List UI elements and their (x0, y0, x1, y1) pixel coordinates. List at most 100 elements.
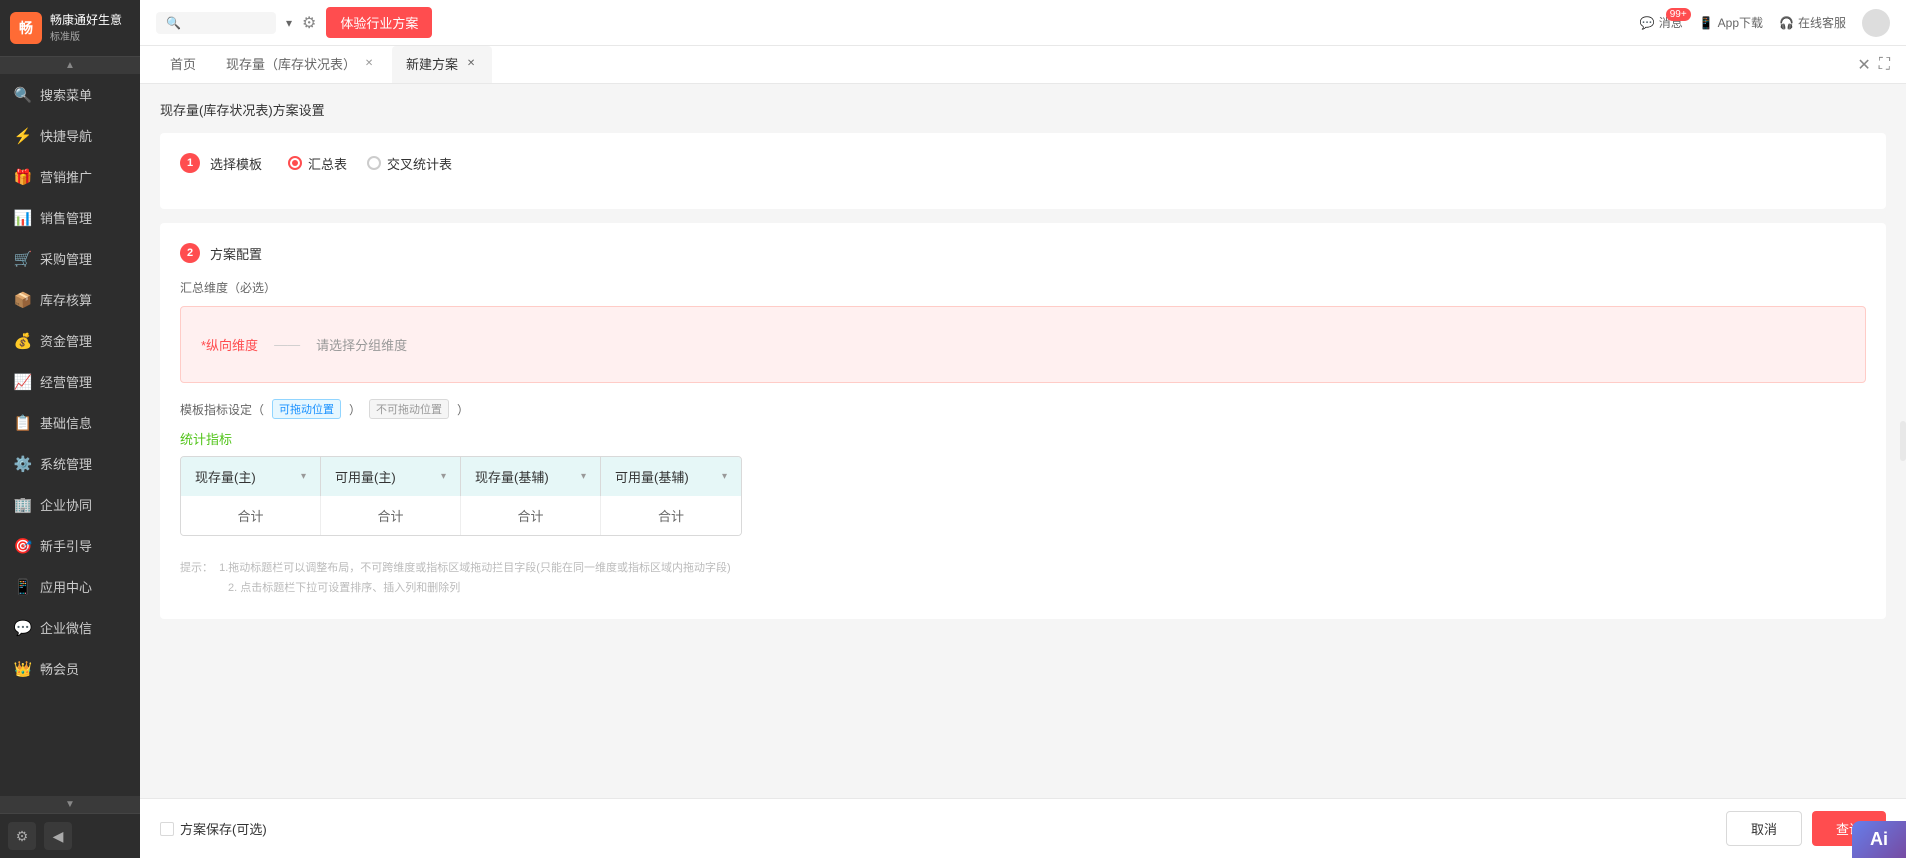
col-header-2[interactable]: 现存量(基辅) ▾ (461, 457, 601, 496)
radio-summary-label: 汇总表 (308, 154, 347, 173)
radio-summary-table[interactable]: 汇总表 (288, 154, 347, 173)
inventory-icon: 📦 (14, 291, 32, 309)
sidebar-item-newuser[interactable]: 🎯 新手引导 (0, 525, 140, 566)
col-arrow-2[interactable]: ▾ (581, 471, 586, 482)
col-arrow-0[interactable]: ▾ (301, 471, 306, 482)
col-arrow-3[interactable]: ▾ (722, 471, 727, 482)
save-checkbox[interactable]: 方案保存(可选) (160, 819, 267, 838)
sidebar-item-operations[interactable]: 📈 经营管理 (0, 361, 140, 402)
sidebar-item-enterprise[interactable]: 🏢 企业协同 (0, 484, 140, 525)
sidebar-item-system[interactable]: ⚙️ 系统管理 (0, 443, 140, 484)
dropdown-arrow-icon: ▾ (286, 16, 292, 30)
page-title: 现存量(库存状况表)方案设置 (160, 100, 1886, 119)
col-label-3: 可用量(基辅) (615, 467, 689, 486)
logo-icon: 畅 (10, 12, 42, 44)
collapse-button[interactable]: ◀ (44, 822, 72, 850)
expand-panel-icon[interactable]: ⛶ (1879, 56, 1890, 74)
col-label-2: 现存量(基辅) (475, 467, 549, 486)
sidebar-item-search[interactable]: 🔍 搜索菜单 (0, 74, 140, 115)
cell-3: 合计 (601, 496, 741, 535)
tab-home[interactable]: 首页 (156, 46, 210, 83)
sidebar-item-label: 经营管理 (40, 372, 92, 391)
sidebar-scroll-down[interactable]: ▼ (0, 796, 140, 813)
col-header-1[interactable]: 可用量(主) ▾ (321, 457, 461, 496)
dim-placeholder: 请选择分组维度 (316, 335, 407, 354)
stats-section-title: 统计指标 (180, 429, 1866, 448)
marketing-icon: 🎁 (14, 168, 32, 186)
indicator-settings-label: 模板指标设定（ 可拖动位置 ） 不可拖动位置 ） (180, 399, 1866, 419)
cancel-button[interactable]: 取消 (1726, 811, 1802, 846)
col-arrow-1[interactable]: ▾ (441, 471, 446, 482)
ai-badge[interactable]: Ai (1852, 821, 1906, 858)
user-avatar[interactable] (1862, 9, 1890, 37)
appcenter-icon: 📱 (14, 578, 32, 596)
basicinfo-icon: 📋 (14, 414, 32, 432)
col-header-3[interactable]: 可用量(基辅) ▾ (601, 457, 741, 496)
sidebar-item-quicknav[interactable]: ⚡ 快捷导航 (0, 115, 140, 156)
sidebar-item-label: 系统管理 (40, 454, 92, 473)
stats-table-body: 合计 合计 合计 合计 (181, 496, 741, 535)
sidebar-item-basicinfo[interactable]: 📋 基础信息 (0, 402, 140, 443)
operations-icon: 📈 (14, 373, 32, 391)
step2-header: 2 方案配置 (180, 243, 1866, 263)
sidebar-item-marketing[interactable]: 🎁 营销推广 (0, 156, 140, 197)
step2-number: 2 (180, 243, 200, 263)
online-service-link[interactable]: 🎧 在线客服 (1779, 14, 1846, 31)
step2-section: 2 方案配置 汇总维度（必选） *纵向维度 —— 请选择分组维度 模板指标设定（… (160, 223, 1886, 619)
sidebar-item-label: 搜索菜单 (40, 85, 92, 104)
sidebar-item-purchase[interactable]: 🛒 采购管理 (0, 238, 140, 279)
app-logo: 畅 畅康通好生意 标准版 (0, 0, 140, 57)
experience-industry-button[interactable]: 体验行业方案 (326, 7, 432, 38)
tab-new-plan-close-icon[interactable]: ✕ (464, 57, 478, 71)
topbar-search[interactable]: 🔍 (156, 12, 276, 34)
sidebar-item-label: 企业微信 (40, 618, 92, 637)
sidebar-item-wechat[interactable]: 💬 企业微信 (0, 607, 140, 648)
finance-icon: 💰 (14, 332, 32, 350)
tabbar-right-icons: ✕ ⛶ (1857, 55, 1890, 75)
app-download-link[interactable]: 📱 App下载 (1699, 14, 1763, 31)
resize-handle[interactable] (1900, 421, 1906, 461)
wechat-icon: 💬 (14, 619, 32, 637)
footer-section: 方案保存(可选) 取消 查询 (140, 798, 1906, 858)
topbar-gear-icon[interactable]: ⚙ (302, 13, 316, 33)
sidebar-item-inventory[interactable]: 📦 库存核算 (0, 279, 140, 320)
topbar-dropdown[interactable]: ▾ (286, 16, 292, 30)
system-icon: ⚙️ (14, 455, 32, 473)
sidebar-bottom: ⚙ ◀ (0, 813, 140, 858)
settings-button[interactable]: ⚙ (8, 822, 36, 850)
step1-header: 1 选择模板 汇总表 交叉统计表 (180, 153, 1866, 173)
sidebar-item-appcenter[interactable]: 📱 应用中心 (0, 566, 140, 607)
sidebar-item-finance[interactable]: 💰 资金管理 (0, 320, 140, 361)
sidebar-item-label: 应用中心 (40, 577, 92, 596)
sidebar-item-label: 畅会员 (40, 659, 79, 678)
cell-2: 合计 (461, 496, 601, 535)
tip-0: 提示： 1.拖动标题栏可以调整布局，不可跨维度或指标区域拖动拦目字段(只能在同一… (180, 559, 1866, 579)
tab-inventory-status[interactable]: 现存量（库存状况表） ✕ (212, 46, 390, 83)
step1-title: 选择模板 (210, 154, 262, 173)
col-header-0[interactable]: 现存量(主) ▾ (181, 457, 321, 496)
sidebar-scroll-up[interactable]: ▲ (0, 57, 140, 74)
sidebar-item-sales[interactable]: 📊 销售管理 (0, 197, 140, 238)
search-icon: 🔍 (14, 86, 32, 104)
summary-dim-label: 汇总维度（必选） (180, 279, 1866, 296)
download-icon: 📱 (1699, 16, 1714, 30)
checkbox-box[interactable] (160, 822, 174, 836)
search-icon: 🔍 (166, 16, 181, 30)
tab-inventory-close-icon[interactable]: ✕ (362, 57, 376, 71)
stats-indicators: 统计指标 现存量(主) ▾ 可用量(主) ▾ (180, 429, 1866, 539)
tab-new-plan[interactable]: 新建方案 ✕ (392, 46, 492, 83)
sidebar-item-member[interactable]: 👑 畅会员 (0, 648, 140, 689)
radio-cross-table[interactable]: 交叉统计表 (367, 154, 452, 173)
topbar-right: 💬 消息 99+ 📱 App下载 🎧 在线客服 (1640, 9, 1890, 37)
close-panel-icon[interactable]: ✕ (1857, 55, 1870, 75)
step2-title: 方案配置 (210, 244, 262, 263)
member-icon: 👑 (14, 660, 32, 678)
col-label-0: 现存量(主) (195, 467, 256, 486)
template-radio-group: 汇总表 交叉统计表 (288, 154, 452, 173)
sidebar-item-label: 采购管理 (40, 249, 92, 268)
message-notification[interactable]: 💬 消息 99+ (1640, 14, 1683, 31)
sidebar-item-label: 快捷导航 (40, 126, 92, 145)
newuser-icon: 🎯 (14, 537, 32, 555)
stats-table-header: 现存量(主) ▾ 可用量(主) ▾ 现存量(基辅) ▾ (181, 457, 741, 496)
dimension-selector[interactable]: *纵向维度 —— 请选择分组维度 (180, 306, 1866, 383)
